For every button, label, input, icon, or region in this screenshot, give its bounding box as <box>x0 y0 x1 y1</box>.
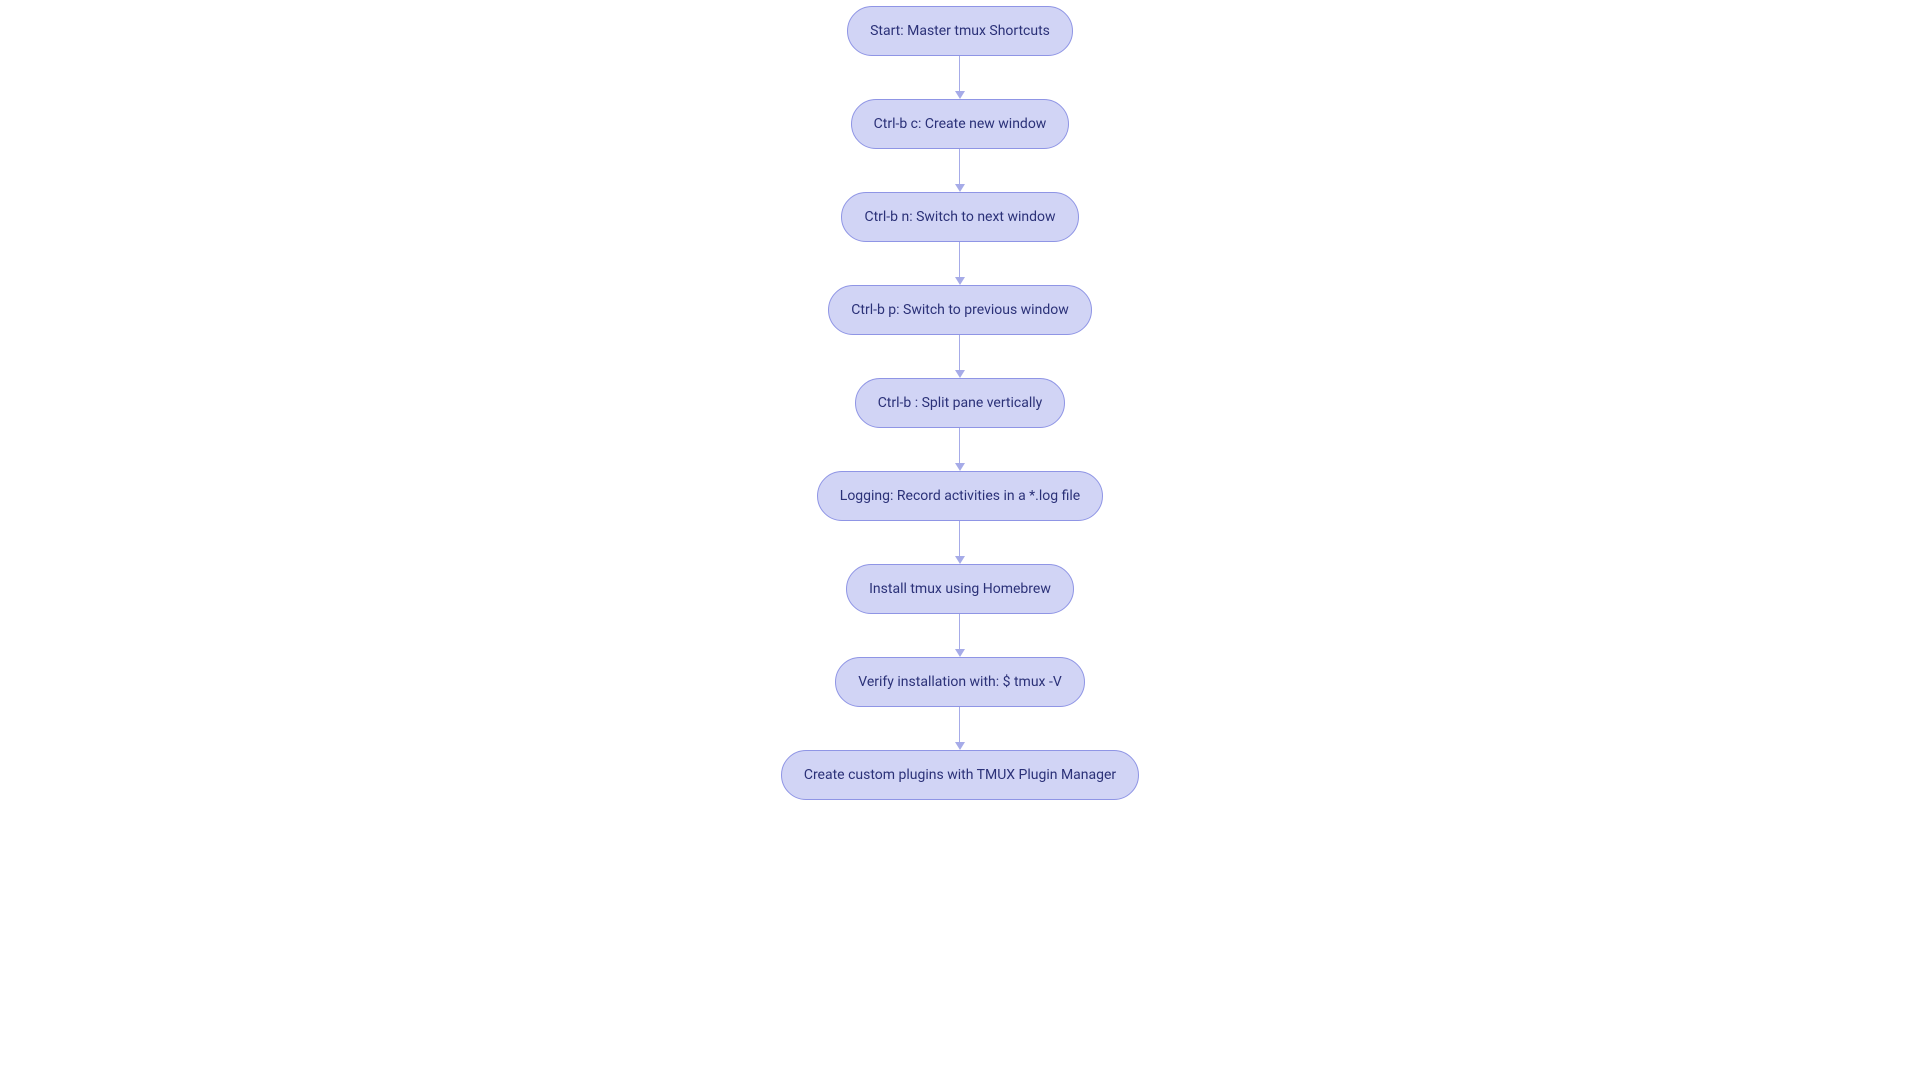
flowchart-arrow <box>955 614 965 657</box>
node-label: Ctrl-b c: Create new window <box>874 116 1047 132</box>
flowchart-node: Ctrl-b n: Switch to next window <box>841 192 1078 242</box>
arrow-line <box>959 149 960 185</box>
arrow-line <box>959 335 960 371</box>
arrow-line <box>959 56 960 92</box>
flowchart-node: Ctrl-b c: Create new window <box>851 99 1070 149</box>
arrow-down-icon <box>955 370 965 378</box>
flowchart-node: Create custom plugins with TMUX Plugin M… <box>781 750 1139 800</box>
flowchart-arrow <box>955 521 965 564</box>
arrow-down-icon <box>955 184 965 192</box>
flowchart-node: Install tmux using Homebrew <box>846 564 1074 614</box>
flowchart-node: Start: Master tmux Shortcuts <box>847 6 1073 56</box>
arrow-down-icon <box>955 742 965 750</box>
arrow-line <box>959 521 960 557</box>
node-label: Ctrl-b p: Switch to previous window <box>851 302 1068 318</box>
arrow-line <box>959 242 960 278</box>
flowchart-arrow <box>955 335 965 378</box>
node-label: Verify installation with: $ tmux -V <box>858 674 1062 690</box>
node-label: Ctrl-b : Split pane vertically <box>878 395 1043 411</box>
arrow-line <box>959 707 960 743</box>
flowchart-arrow <box>955 242 965 285</box>
arrow-down-icon <box>955 277 965 285</box>
arrow-down-icon <box>955 556 965 564</box>
node-label: Ctrl-b n: Switch to next window <box>864 209 1055 225</box>
arrow-line <box>959 614 960 650</box>
node-label: Start: Master tmux Shortcuts <box>870 23 1050 39</box>
arrow-down-icon <box>955 463 965 471</box>
flowchart-arrow <box>955 149 965 192</box>
flowchart-node: Verify installation with: $ tmux -V <box>835 657 1085 707</box>
flowchart-arrow <box>955 707 965 750</box>
node-label: Install tmux using Homebrew <box>869 581 1051 597</box>
arrow-line <box>959 428 960 464</box>
flowchart-node: Ctrl-b p: Switch to previous window <box>828 285 1091 335</box>
node-label: Create custom plugins with TMUX Plugin M… <box>804 767 1116 783</box>
arrow-down-icon <box>955 649 965 657</box>
flowchart-arrow <box>955 56 965 99</box>
arrow-down-icon <box>955 91 965 99</box>
flowchart-node: Logging: Record activities in a *.log fi… <box>817 471 1103 521</box>
flowchart-arrow <box>955 428 965 471</box>
node-label: Logging: Record activities in a *.log fi… <box>840 488 1080 504</box>
flowchart-container: Start: Master tmux Shortcuts Ctrl-b c: C… <box>781 6 1139 800</box>
flowchart-node: Ctrl-b : Split pane vertically <box>855 378 1066 428</box>
